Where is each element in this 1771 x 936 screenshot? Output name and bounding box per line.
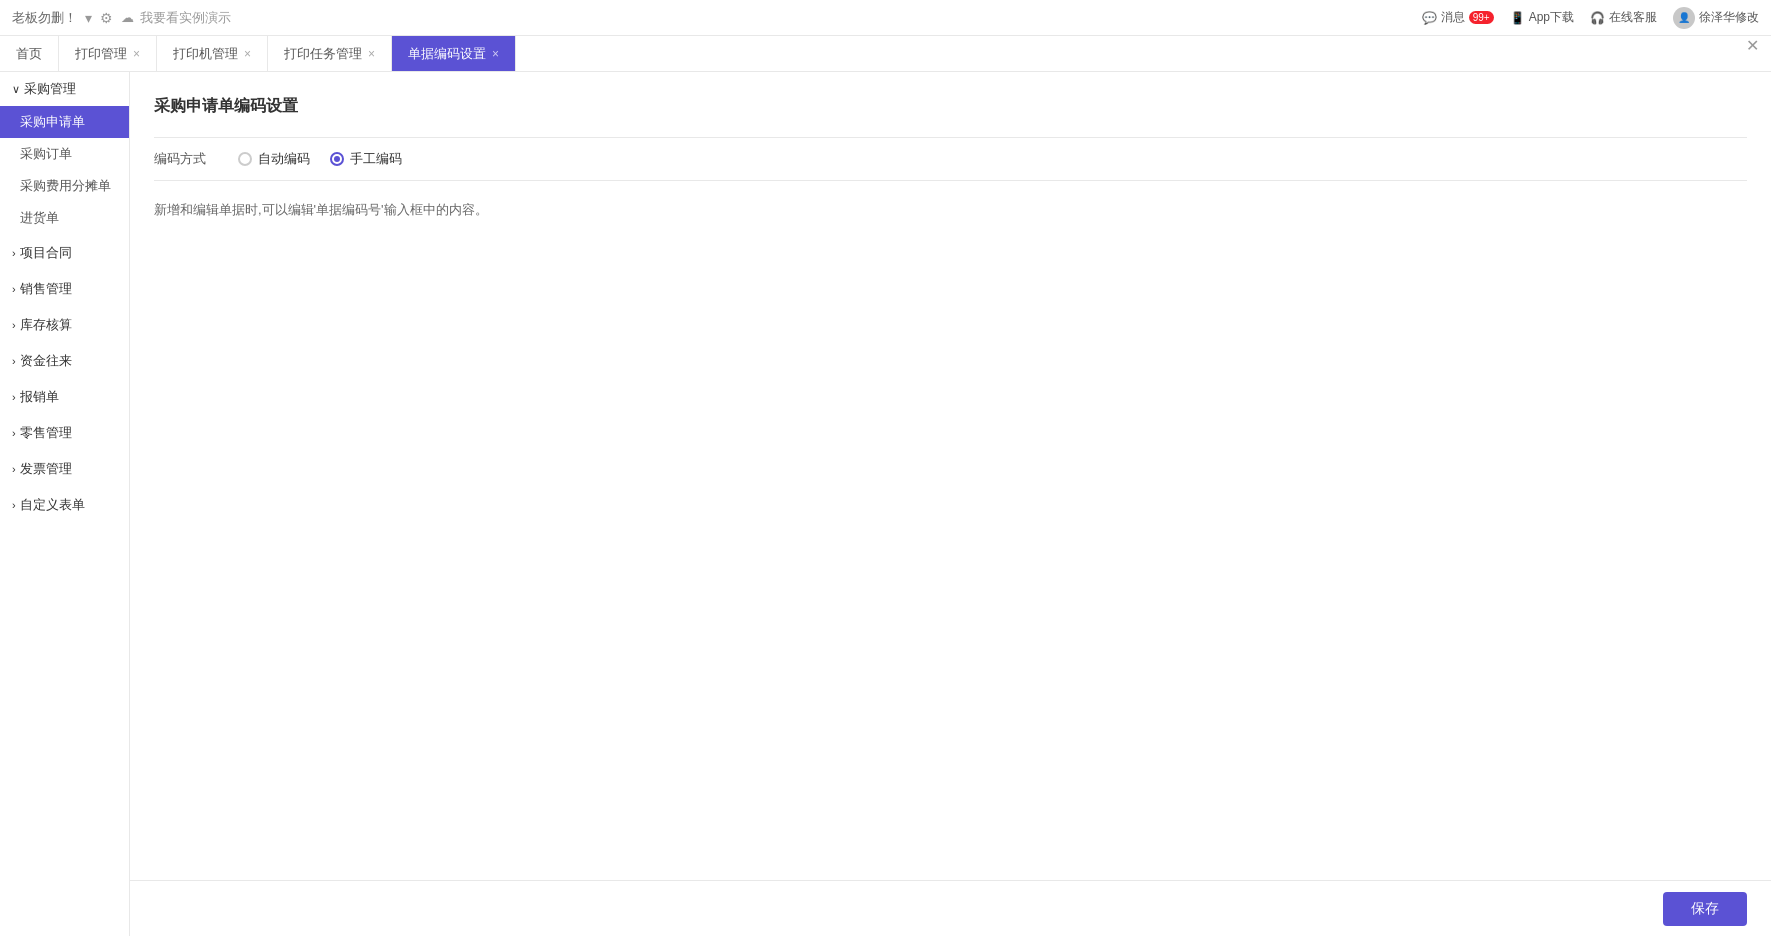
user-name: 徐泽华修改 [1699, 9, 1759, 26]
sidebar-group-invoice-title[interactable]: › 发票管理 [0, 452, 129, 486]
messages-badge: 99+ [1469, 11, 1494, 24]
brand-text[interactable]: 老板勿删！ [12, 9, 77, 27]
search-text: 我要看实例演示 [140, 9, 231, 27]
save-button[interactable]: 保存 [1663, 892, 1747, 926]
radio-group: 自动编码 手工编码 [238, 150, 402, 168]
tab-print-task-mgmt-close[interactable]: × [368, 47, 375, 61]
tab-printer-mgmt-close[interactable]: × [244, 47, 251, 61]
sidebar-group-inventory-label: 库存核算 [20, 316, 72, 334]
tab-print-mgmt-label: 打印管理 [75, 45, 127, 63]
sidebar: ∨ 采购管理 采购申请单 采购订单 采购费用分摊单 进货单 › 项目合同 [0, 72, 130, 936]
sidebar-group-retail-title[interactable]: › 零售管理 [0, 416, 129, 450]
app-icon: 📱 [1510, 11, 1525, 25]
top-bar-left: 老板勿删！ ▾ ⚙ ☁ 我要看实例演示 [12, 9, 231, 27]
page-title: 采购申请单编码设置 [154, 96, 1747, 117]
sidebar-group-purchase-title[interactable]: ∨ 采购管理 [0, 72, 129, 106]
tab-single-code-settings[interactable]: 单据编码设置 × [392, 36, 516, 71]
tab-printer-mgmt[interactable]: 打印机管理 × [157, 36, 268, 71]
sidebar-group-inventory-title[interactable]: › 库存核算 [0, 308, 129, 342]
top-bar-right: 💬 消息 99+ 📱 App下载 🎧 在线客服 👤 徐泽华修改 [1422, 7, 1759, 29]
window-close-button[interactable]: ✕ [1734, 36, 1771, 71]
sidebar-group-custom: › 自定义表单 [0, 488, 129, 522]
tab-printer-mgmt-label: 打印机管理 [173, 45, 238, 63]
tab-home[interactable]: 首页 [0, 36, 59, 71]
radio-manual-label: 手工编码 [350, 150, 402, 168]
online-service-button[interactable]: 🎧 在线客服 [1590, 9, 1657, 26]
tab-print-mgmt-close[interactable]: × [133, 47, 140, 61]
tab-print-mgmt[interactable]: 打印管理 × [59, 36, 157, 71]
chevron-down-icon: ∨ [12, 83, 20, 96]
radio-auto-label: 自动编码 [258, 150, 310, 168]
sidebar-group-returns: › 报销单 [0, 380, 129, 414]
hint-text: 新增和编辑单据时,可以编辑'单据编码号'输入框中的内容。 [154, 201, 1747, 219]
sidebar-group-sales-title[interactable]: › 销售管理 [0, 272, 129, 306]
sidebar-group-fund: › 资金往来 [0, 344, 129, 378]
sidebar-item-purchase-expense[interactable]: 采购费用分摊单 [0, 170, 129, 202]
top-bar: 老板勿删！ ▾ ⚙ ☁ 我要看实例演示 💬 消息 99+ 📱 App下载 🎧 在… [0, 0, 1771, 36]
app-download-label: App下载 [1529, 9, 1574, 26]
encoding-method-label: 编码方式 [154, 150, 214, 168]
radio-auto-circle [238, 152, 252, 166]
content-inner: 采购申请单编码设置 编码方式 自动编码 手工编码 [130, 72, 1771, 880]
messages-button[interactable]: 💬 消息 99+ [1422, 9, 1494, 26]
app-download-button[interactable]: 📱 App下载 [1510, 9, 1574, 26]
chevron-right-icon-3: › [12, 319, 16, 331]
sidebar-group-custom-title[interactable]: › 自定义表单 [0, 488, 129, 522]
sidebar-group-project-label: 项目合同 [20, 244, 72, 262]
tab-print-task-mgmt-label: 打印任务管理 [284, 45, 362, 63]
sidebar-group-retail: › 零售管理 [0, 416, 129, 450]
radio-manual[interactable]: 手工编码 [330, 150, 402, 168]
messages-label: 消息 [1441, 9, 1465, 26]
cloud-icon: ☁ [121, 10, 134, 25]
sidebar-item-purchase-request[interactable]: 采购申请单 [0, 106, 129, 138]
dropdown-icon[interactable]: ▾ [85, 10, 92, 26]
sidebar-group-fund-label: 资金往来 [20, 352, 72, 370]
user-menu[interactable]: 👤 徐泽华修改 [1673, 7, 1759, 29]
tab-single-code-close[interactable]: × [492, 47, 499, 61]
sidebar-group-returns-title[interactable]: › 报销单 [0, 380, 129, 414]
tab-print-task-mgmt[interactable]: 打印任务管理 × [268, 36, 392, 71]
sidebar-group-returns-label: 报销单 [20, 388, 59, 406]
chevron-right-icon-4: › [12, 355, 16, 367]
tab-bar: 首页 打印管理 × 打印机管理 × 打印任务管理 × 单据编码设置 × ✕ [0, 36, 1771, 72]
sidebar-group-purchase: ∨ 采购管理 采购申请单 采购订单 采购费用分摊单 进货单 [0, 72, 129, 234]
bottom-bar: 保存 [130, 880, 1771, 936]
chevron-right-icon-6: › [12, 427, 16, 439]
sidebar-item-goods-receipt[interactable]: 进货单 [0, 202, 129, 234]
sidebar-group-project-title[interactable]: › 项目合同 [0, 236, 129, 270]
chevron-right-icon-5: › [12, 391, 16, 403]
radio-manual-circle [330, 152, 344, 166]
encoding-method-row: 编码方式 自动编码 手工编码 [154, 137, 1747, 181]
sidebar-group-invoice-label: 发票管理 [20, 460, 72, 478]
tab-single-code-label: 单据编码设置 [408, 45, 486, 63]
sidebar-group-fund-title[interactable]: › 资金往来 [0, 344, 129, 378]
sidebar-group-invoice: › 发票管理 [0, 452, 129, 486]
sidebar-group-sales-label: 销售管理 [20, 280, 72, 298]
chevron-right-icon-2: › [12, 283, 16, 295]
chevron-right-icon: › [12, 247, 16, 259]
sidebar-group-retail-label: 零售管理 [20, 424, 72, 442]
chevron-right-icon-8: › [12, 499, 16, 511]
message-icon: 💬 [1422, 11, 1437, 25]
main-layout: ∨ 采购管理 采购申请单 采购订单 采购费用分摊单 进货单 › 项目合同 [0, 72, 1771, 936]
search-bar[interactable]: ☁ 我要看实例演示 [121, 9, 231, 27]
sidebar-group-sales: › 销售管理 [0, 272, 129, 306]
tab-home-label: 首页 [16, 45, 42, 63]
sidebar-group-project: › 项目合同 [0, 236, 129, 270]
settings-icon[interactable]: ⚙ [100, 10, 113, 26]
sidebar-group-custom-label: 自定义表单 [20, 496, 85, 514]
avatar: 👤 [1673, 7, 1695, 29]
radio-auto[interactable]: 自动编码 [238, 150, 310, 168]
service-icon: 🎧 [1590, 11, 1605, 25]
sidebar-group-inventory: › 库存核算 [0, 308, 129, 342]
chevron-right-icon-7: › [12, 463, 16, 475]
sidebar-group-purchase-label: 采购管理 [24, 80, 76, 98]
sidebar-item-purchase-order[interactable]: 采购订单 [0, 138, 129, 170]
online-service-label: 在线客服 [1609, 9, 1657, 26]
content-area: 采购申请单编码设置 编码方式 自动编码 手工编码 [130, 72, 1771, 936]
